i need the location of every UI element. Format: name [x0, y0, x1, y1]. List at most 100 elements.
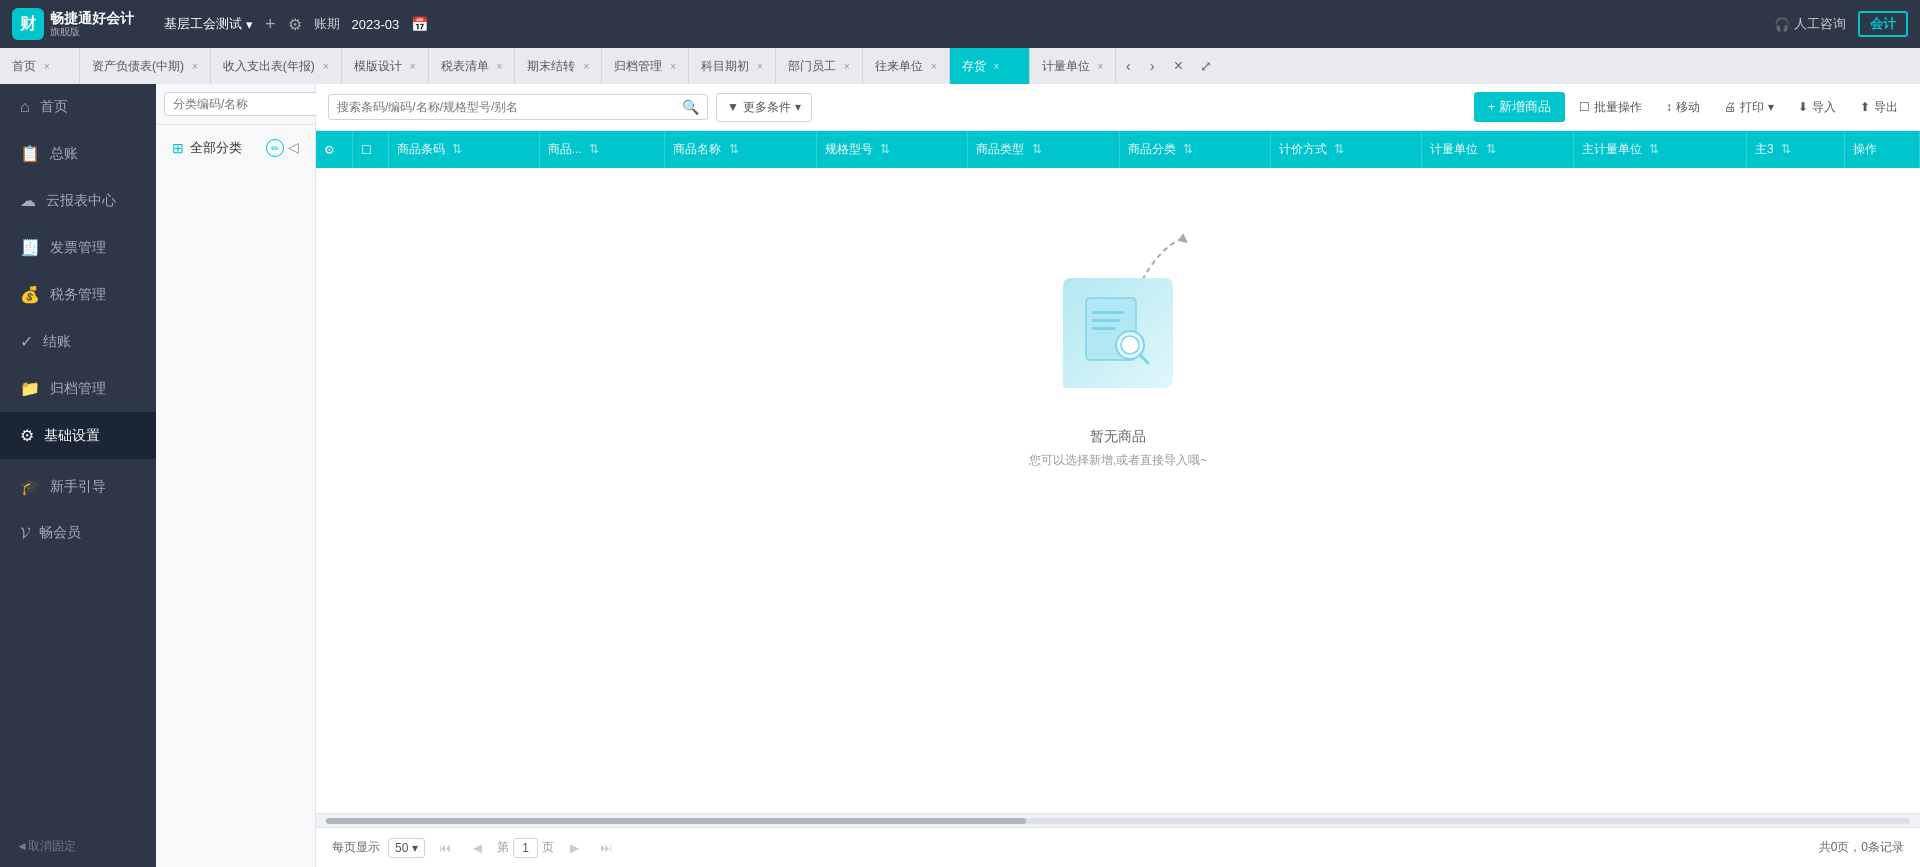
tab-prev-btn[interactable]: ‹: [1116, 48, 1140, 84]
account-badge[interactable]: 会计: [1858, 11, 1908, 37]
search-input[interactable]: [337, 95, 676, 119]
move-icon: ↕: [1666, 100, 1672, 114]
right-panel: 🔍 ▼ 更多条件 ▾ + 新增商品 ☐ 批量操作 ↕: [316, 84, 1920, 867]
sidebar-item-invoice[interactable]: 🧾 发票管理: [0, 224, 156, 271]
left-panel: 🔍 ⊞ 全部分类 ✏ ◁: [156, 84, 316, 867]
add-tab-btn[interactable]: +: [265, 14, 276, 35]
guide-icon: 🎓: [20, 477, 40, 496]
tab-inventory[interactable]: 存货 ×: [950, 48, 1030, 84]
collapse-icon[interactable]: ◁: [288, 139, 299, 157]
customer-service-btn[interactable]: 🎧 人工咨询: [1774, 15, 1846, 33]
scroll-thumb[interactable]: [326, 818, 1026, 824]
print-btn[interactable]: 🖨 打印 ▾: [1714, 94, 1784, 121]
sidebar-item-archive[interactable]: 📁 归档管理: [0, 365, 156, 412]
export-btn[interactable]: ⬆ 导出: [1850, 94, 1908, 121]
tab-tax[interactable]: 税表清单 ×: [429, 48, 516, 84]
last-page-btn[interactable]: ⏭: [594, 836, 618, 860]
dropdown-icon: ▾: [246, 17, 253, 32]
tab-bar: 首页 × 资产负债表(中期) × 收入支出表(年报) × 模版设计 × 税表清单…: [0, 48, 1920, 84]
edit-category-icon[interactable]: ✏: [266, 139, 284, 157]
import-btn[interactable]: ⬇ 导入: [1788, 94, 1846, 121]
ledger-icon: 📋: [20, 144, 40, 163]
sidebar-item-ledger[interactable]: 📋 总账: [0, 130, 156, 177]
empty-illustration: [1018, 228, 1218, 408]
tab-period[interactable]: 期末结转 ×: [515, 48, 602, 84]
th-type[interactable]: 商品类型 ⇅: [968, 131, 1119, 168]
th-main-unit[interactable]: 主计量单位 ⇅: [1573, 131, 1746, 168]
move-btn[interactable]: ↕ 移动: [1656, 94, 1710, 121]
page-number: 第 1 页: [497, 838, 554, 858]
filter-btn[interactable]: ▼ 更多条件 ▾: [716, 93, 812, 122]
tab-close-subject[interactable]: ×: [757, 61, 763, 72]
category-search-input[interactable]: [164, 92, 332, 116]
category-list: ⊞ 全部分类 ✏ ◁: [156, 125, 315, 171]
prev-page-btn[interactable]: ◀: [465, 836, 489, 860]
th-category[interactable]: 商品分类 ⇅: [1119, 131, 1270, 168]
sidebar-item-member[interactable]: 𝓥 畅会员: [0, 510, 156, 556]
th-unit[interactable]: 计量单位 ⇅: [1422, 131, 1573, 168]
cancel-fixed-btn[interactable]: ◄取消固定: [0, 826, 156, 867]
batch-btn[interactable]: ☐ 批量操作: [1569, 94, 1652, 121]
empty-state: 暂无商品 您可以选择新增,或者直接导入哦~: [316, 168, 1920, 529]
tab-archive[interactable]: 归档管理 ×: [602, 48, 689, 84]
tab-home[interactable]: 首页 ×: [0, 48, 80, 84]
calendar-icon[interactable]: 📅: [411, 16, 428, 32]
th-spec[interactable]: 规格型号 ⇅: [816, 131, 967, 168]
th-settings[interactable]: ⚙: [316, 131, 352, 168]
sidebar-item-tax[interactable]: 💰 税务管理: [0, 271, 156, 318]
tab-close-tax[interactable]: ×: [497, 61, 503, 72]
th-check[interactable]: ☐: [352, 131, 388, 168]
filter-chevron: ▾: [795, 100, 801, 114]
tab-close-employee[interactable]: ×: [844, 61, 850, 72]
tab-unit[interactable]: 计量单位 ×: [1030, 48, 1117, 84]
horizontal-scrollbar[interactable]: [316, 813, 1920, 827]
page-size-select[interactable]: 50 ▾: [388, 838, 425, 858]
settings-icon[interactable]: ⚙: [288, 15, 302, 34]
sidebar-item-settlement[interactable]: ✓ 结账: [0, 318, 156, 365]
tab-subject[interactable]: 科目期初 ×: [689, 48, 776, 84]
sidebar-item-settings[interactable]: ⚙ 基础设置: [0, 412, 156, 459]
tax-icon: 💰: [20, 285, 40, 304]
tab-partner[interactable]: 往来单位 ×: [863, 48, 950, 84]
tab-expand-btn[interactable]: ⤢: [1192, 48, 1220, 84]
th-price-method[interactable]: 计价方式 ⇅: [1270, 131, 1421, 168]
th-name[interactable]: 商品名称 ⇅: [665, 131, 816, 168]
th-barcode[interactable]: 商品条码 ⇅: [388, 131, 539, 168]
all-category-item[interactable]: ⊞ 全部分类 ✏ ◁: [164, 133, 307, 163]
th-code[interactable]: 商品... ⇅: [539, 131, 665, 168]
tab-employee[interactable]: 部门员工 ×: [776, 48, 863, 84]
th-col3[interactable]: 主3 ⇅: [1747, 131, 1844, 168]
tab-close-template[interactable]: ×: [410, 61, 416, 72]
search-bar: 🔍: [328, 94, 708, 120]
header-right: 🎧 人工咨询 会计: [1774, 11, 1908, 37]
empty-subtitle: 您可以选择新增,或者直接导入哦~: [1029, 452, 1207, 469]
tab-next-btn[interactable]: ›: [1140, 48, 1164, 84]
tab-close-home[interactable]: ×: [44, 61, 50, 72]
search-icon[interactable]: 🔍: [682, 99, 699, 115]
first-page-btn[interactable]: ⏮: [433, 836, 457, 860]
toolbar-right: + 新增商品 ☐ 批量操作 ↕ 移动 🖨 打印 ▾: [1474, 92, 1908, 122]
svg-marker-0: [1178, 233, 1188, 243]
tab-income[interactable]: 收入支出表(年报) ×: [211, 48, 342, 84]
grid-icon: ⊞: [172, 140, 184, 156]
tab-close-income[interactable]: ×: [323, 61, 329, 72]
tab-close-all-btn[interactable]: ×: [1164, 48, 1192, 84]
sidebar-item-reports[interactable]: ☁ 云报表中心: [0, 177, 156, 224]
next-page-btn[interactable]: ▶: [562, 836, 586, 860]
add-product-btn[interactable]: + 新增商品: [1474, 92, 1565, 122]
tab-template[interactable]: 模版设计 ×: [342, 48, 429, 84]
sidebar-item-home[interactable]: ⌂ 首页: [0, 84, 156, 130]
sidebar-item-guide[interactable]: 🎓 新手引导: [0, 463, 156, 510]
svg-rect-3: [1092, 319, 1120, 322]
company-selector[interactable]: 基层工会测试 ▾: [164, 15, 253, 33]
tab-close-unit[interactable]: ×: [1098, 61, 1104, 72]
tab-close-partner[interactable]: ×: [931, 61, 937, 72]
product-table: ⚙ ☐ 商品条码 ⇅ 商品... ⇅ 商品名称 ⇅ 规格型号 ⇅ 商品类型 ⇅ …: [316, 131, 1920, 529]
tab-close-archive[interactable]: ×: [670, 61, 676, 72]
tab-close-inventory[interactable]: ×: [994, 61, 1000, 72]
tab-close-balance[interactable]: ×: [192, 61, 198, 72]
page-size-chevron: ▾: [412, 841, 418, 855]
tab-balance[interactable]: 资产负债表(中期) ×: [80, 48, 211, 84]
svg-rect-2: [1092, 311, 1124, 314]
tab-close-period[interactable]: ×: [583, 61, 589, 72]
